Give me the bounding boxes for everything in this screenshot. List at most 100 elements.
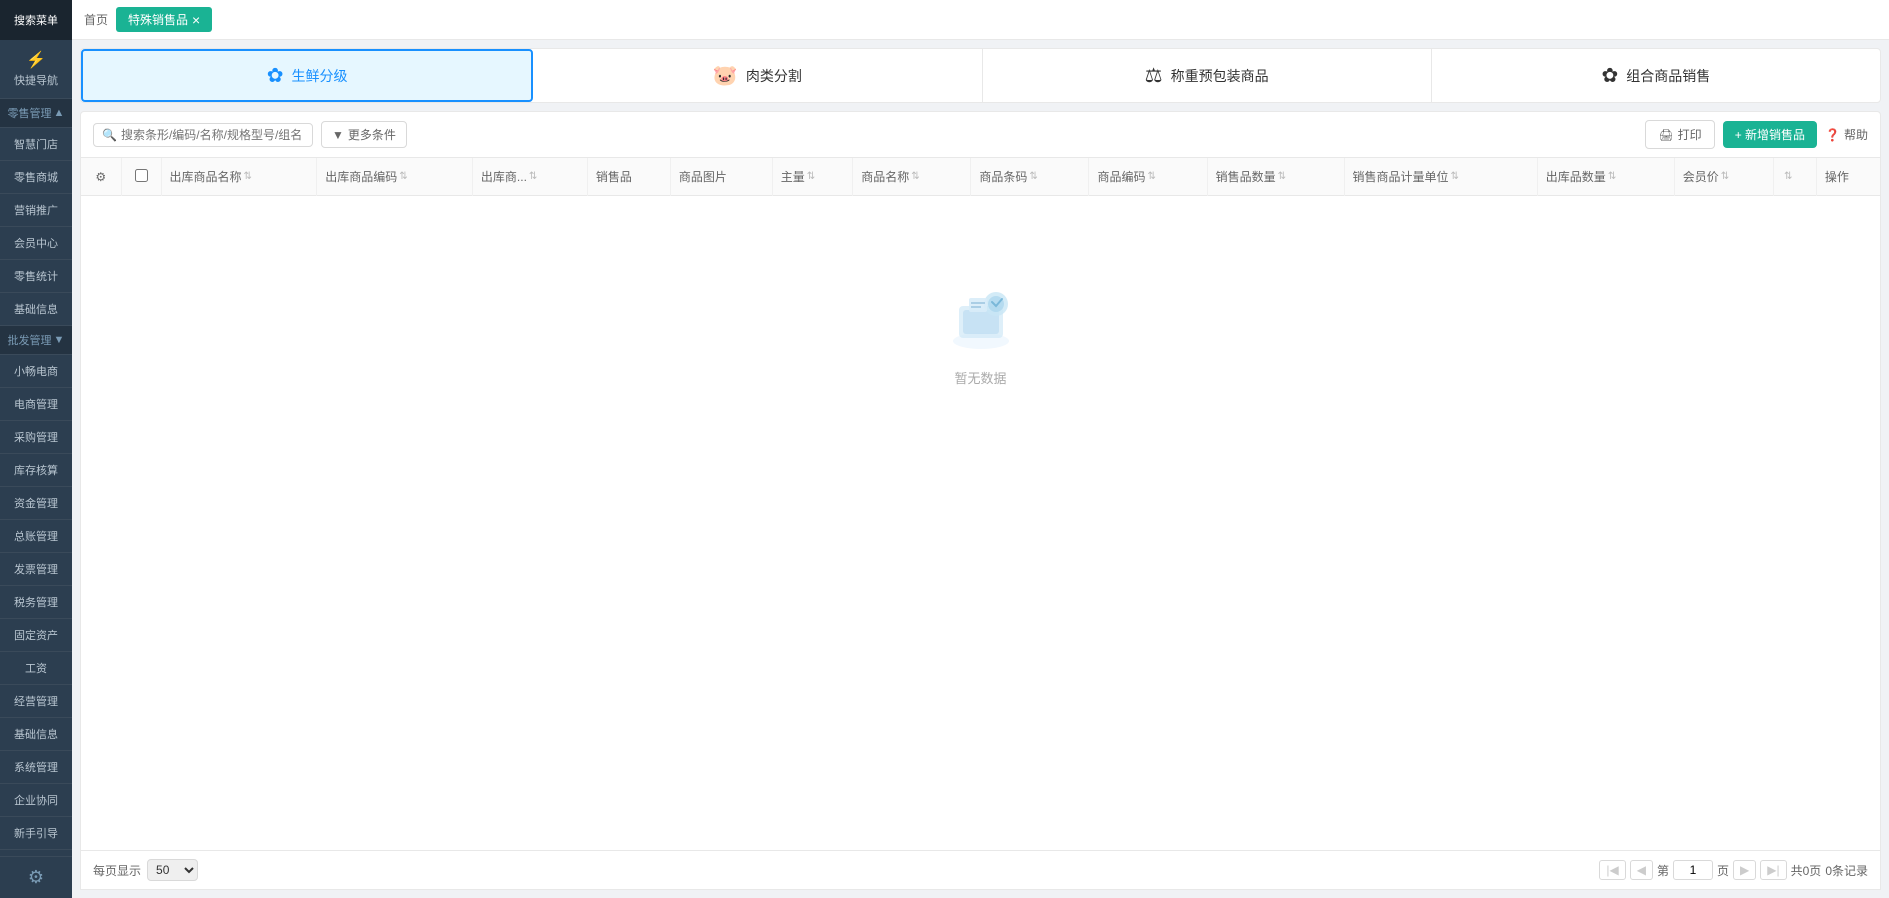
sidebar-item-fixedassets[interactable]: 固定资产: [0, 619, 72, 652]
cat-tab-weigh-label: 称重预包装商品: [1171, 66, 1269, 86]
print-button[interactable]: 🖨 打印: [1645, 120, 1714, 149]
empty-text: 暂无数据: [954, 368, 1006, 387]
sort-icon-5: ⇅: [911, 171, 919, 182]
th-out-spec[interactable]: 出库商... ⇅: [472, 158, 587, 196]
close-tab-icon[interactable]: ×: [192, 13, 200, 27]
help-button[interactable]: ❓ 帮助: [1825, 126, 1868, 143]
prev-page-button[interactable]: ◀: [1630, 860, 1653, 880]
th-main-qty[interactable]: 主量 ⇅: [772, 158, 853, 196]
category-tabs: ✿ 生鲜分级 🐷 肉类分割 ⚖ 称重预包装商品 ✿ 组合商品销售: [80, 48, 1881, 103]
last-page-button[interactable]: ▶|: [1760, 860, 1786, 880]
select-all-checkbox[interactable]: [135, 169, 148, 182]
sidebar-section-wholesale[interactable]: 批发管理 ▼: [0, 326, 72, 355]
sort-icon-8: ⇅: [1278, 171, 1286, 182]
pagination-right: |◀ ◀ 第 页 ▶ ▶| 共0页 0条记录: [1599, 860, 1868, 880]
page-number-input[interactable]: [1673, 860, 1713, 880]
main-content: 首页 特殊销售品 × ✿ 生鲜分级 🐷 肉类分割 ⚖ 称重预包装商品 ✿ 组合商…: [72, 0, 1889, 898]
sidebar-item-basicinfo1[interactable]: 基础信息: [0, 293, 72, 326]
sidebar-item-smartstore[interactable]: 智慧门店: [0, 128, 72, 161]
first-page-button[interactable]: |◀: [1599, 860, 1625, 880]
th-action: 操作: [1816, 158, 1880, 196]
th-out-qty[interactable]: 出库品数量 ⇅: [1537, 158, 1674, 196]
cat-tab-combo[interactable]: ✿ 组合商品销售: [1432, 49, 1880, 102]
empty-state: 暂无数据: [81, 196, 1880, 467]
quicknav-icon: ⚡: [26, 50, 46, 70]
sort-icon-10: ⇅: [1608, 171, 1616, 182]
toolbar-right: 🖨 打印 + 新增销售品 ❓ 帮助: [1645, 120, 1868, 149]
current-tab[interactable]: 特殊销售品 ×: [116, 7, 212, 32]
th-image: 商品图片: [670, 158, 772, 196]
sidebar-item-retailstat[interactable]: 零售统计: [0, 260, 72, 293]
sort-icon: ⇅: [244, 171, 252, 182]
chevron-down-icon: ▼: [54, 334, 65, 346]
sidebar-item-ecommercemgmt[interactable]: 电商管理: [0, 388, 72, 421]
tab-label: 特殊销售品: [128, 11, 188, 28]
gear-icon: ⚙: [95, 170, 106, 184]
data-table: ⚙ 出库商品名称 ⇅ 出库商: [81, 158, 1880, 467]
th-checkbox[interactable]: [121, 158, 161, 196]
sidebar-item-quicknav[interactable]: ⚡ 快捷导航: [0, 40, 72, 99]
sidebar-item-tutorial[interactable]: 新手引导: [0, 817, 72, 850]
sort-icon-2: ⇅: [399, 171, 407, 182]
search-box[interactable]: 🔍: [93, 123, 313, 147]
th-out-code[interactable]: 出库商品编码 ⇅: [317, 158, 473, 196]
sidebar-item-inventory[interactable]: 库存核算: [0, 454, 72, 487]
sidebar-item-marketing[interactable]: 营销推广: [0, 194, 72, 227]
sidebar-item-enterprise[interactable]: 企业协同: [0, 784, 72, 817]
filter-button[interactable]: ▼ 更多条件: [321, 121, 407, 148]
sidebar-item-salary[interactable]: 工资: [0, 652, 72, 685]
fresh-icon: ✿: [267, 63, 284, 88]
sidebar-logo[interactable]: 搜索菜单: [0, 0, 72, 40]
sidebar-item-invoice[interactable]: 发票管理: [0, 553, 72, 586]
empty-illustration: [941, 276, 1021, 356]
settings-button[interactable]: ⚙: [0, 856, 72, 898]
sort-icon-4: ⇅: [807, 171, 815, 182]
page-content: ✿ 生鲜分级 🐷 肉类分割 ⚖ 称重预包装商品 ✿ 组合商品销售 🔍: [72, 40, 1889, 898]
sidebar-item-sysmgmt[interactable]: 系统管理: [0, 751, 72, 784]
th-sales-unit[interactable]: 销售商品计量单位 ⇅: [1344, 158, 1537, 196]
search-icon: 🔍: [102, 128, 117, 142]
next-page-button[interactable]: ▶: [1733, 860, 1756, 880]
sidebar-item-basicinfo2[interactable]: 基础信息: [0, 718, 72, 751]
sidebar-item-ledger[interactable]: 总账管理: [0, 520, 72, 553]
total-pages: 共0页: [1791, 862, 1822, 879]
th-empty[interactable]: ⇅: [1774, 158, 1817, 196]
sort-icon-6: ⇅: [1029, 171, 1037, 182]
cat-tab-meat[interactable]: 🐷 肉类分割: [533, 49, 982, 102]
sidebar: 搜索菜单 ⚡ 快捷导航 零售管理 ▲ 智慧门店 零售商城 营销推广 会员中心 零…: [0, 0, 72, 898]
sidebar-section-retail[interactable]: 零售管理 ▲: [0, 99, 72, 128]
table-container: ⚙ 出库商品名称 ⇅ 出库商: [80, 158, 1881, 851]
per-page-select[interactable]: 10 20 50 100: [147, 859, 198, 881]
sort-icon-9: ⇅: [1451, 171, 1459, 182]
sidebar-item-finance[interactable]: 资金管理: [0, 487, 72, 520]
th-out-name[interactable]: 出库商品名称 ⇅: [161, 158, 317, 196]
add-sales-button[interactable]: + 新增销售品: [1723, 121, 1817, 148]
sidebar-item-purchase[interactable]: 采购管理: [0, 421, 72, 454]
empty-row: 暂无数据: [81, 196, 1880, 468]
th-member-price[interactable]: 会员价 ⇅: [1674, 158, 1773, 196]
search-input[interactable]: [121, 128, 301, 142]
cat-tab-weigh[interactable]: ⚖ 称重预包装商品: [983, 49, 1432, 102]
toolbar: 🔍 ▼ 更多条件 🖨 打印 + 新增销售品 ❓ 帮助: [80, 111, 1881, 158]
sidebar-item-membership[interactable]: 会员中心: [0, 227, 72, 260]
cat-tab-fresh[interactable]: ✿ 生鲜分级: [81, 49, 533, 102]
sidebar-item-ecommerce[interactable]: 小畅电商: [0, 355, 72, 388]
th-sales: 销售品: [587, 158, 670, 196]
total-count: 0条记录: [1825, 862, 1868, 879]
pagination-left: 每页显示 10 20 50 100: [93, 859, 198, 881]
sidebar-item-bizmanage[interactable]: 经营管理: [0, 685, 72, 718]
sort-icon-7: ⇅: [1148, 171, 1156, 182]
sidebar-item-retailmall[interactable]: 零售商城: [0, 161, 72, 194]
combo-icon: ✿: [1601, 63, 1618, 88]
page-label: 第: [1657, 862, 1669, 879]
table-header-row: ⚙ 出库商品名称 ⇅ 出库商: [81, 158, 1880, 196]
th-gear[interactable]: ⚙: [81, 158, 121, 196]
home-link[interactable]: 首页: [84, 11, 108, 28]
help-icon: ❓: [1825, 128, 1840, 142]
th-goods-name[interactable]: 商品名称 ⇅: [853, 158, 971, 196]
th-goods-code[interactable]: 商品编码 ⇅: [1089, 158, 1207, 196]
th-barcode[interactable]: 商品条码 ⇅: [971, 158, 1089, 196]
sidebar-item-tax[interactable]: 税务管理: [0, 586, 72, 619]
cat-tab-meat-label: 肉类分割: [746, 66, 802, 86]
th-sales-qty[interactable]: 销售品数量 ⇅: [1207, 158, 1344, 196]
